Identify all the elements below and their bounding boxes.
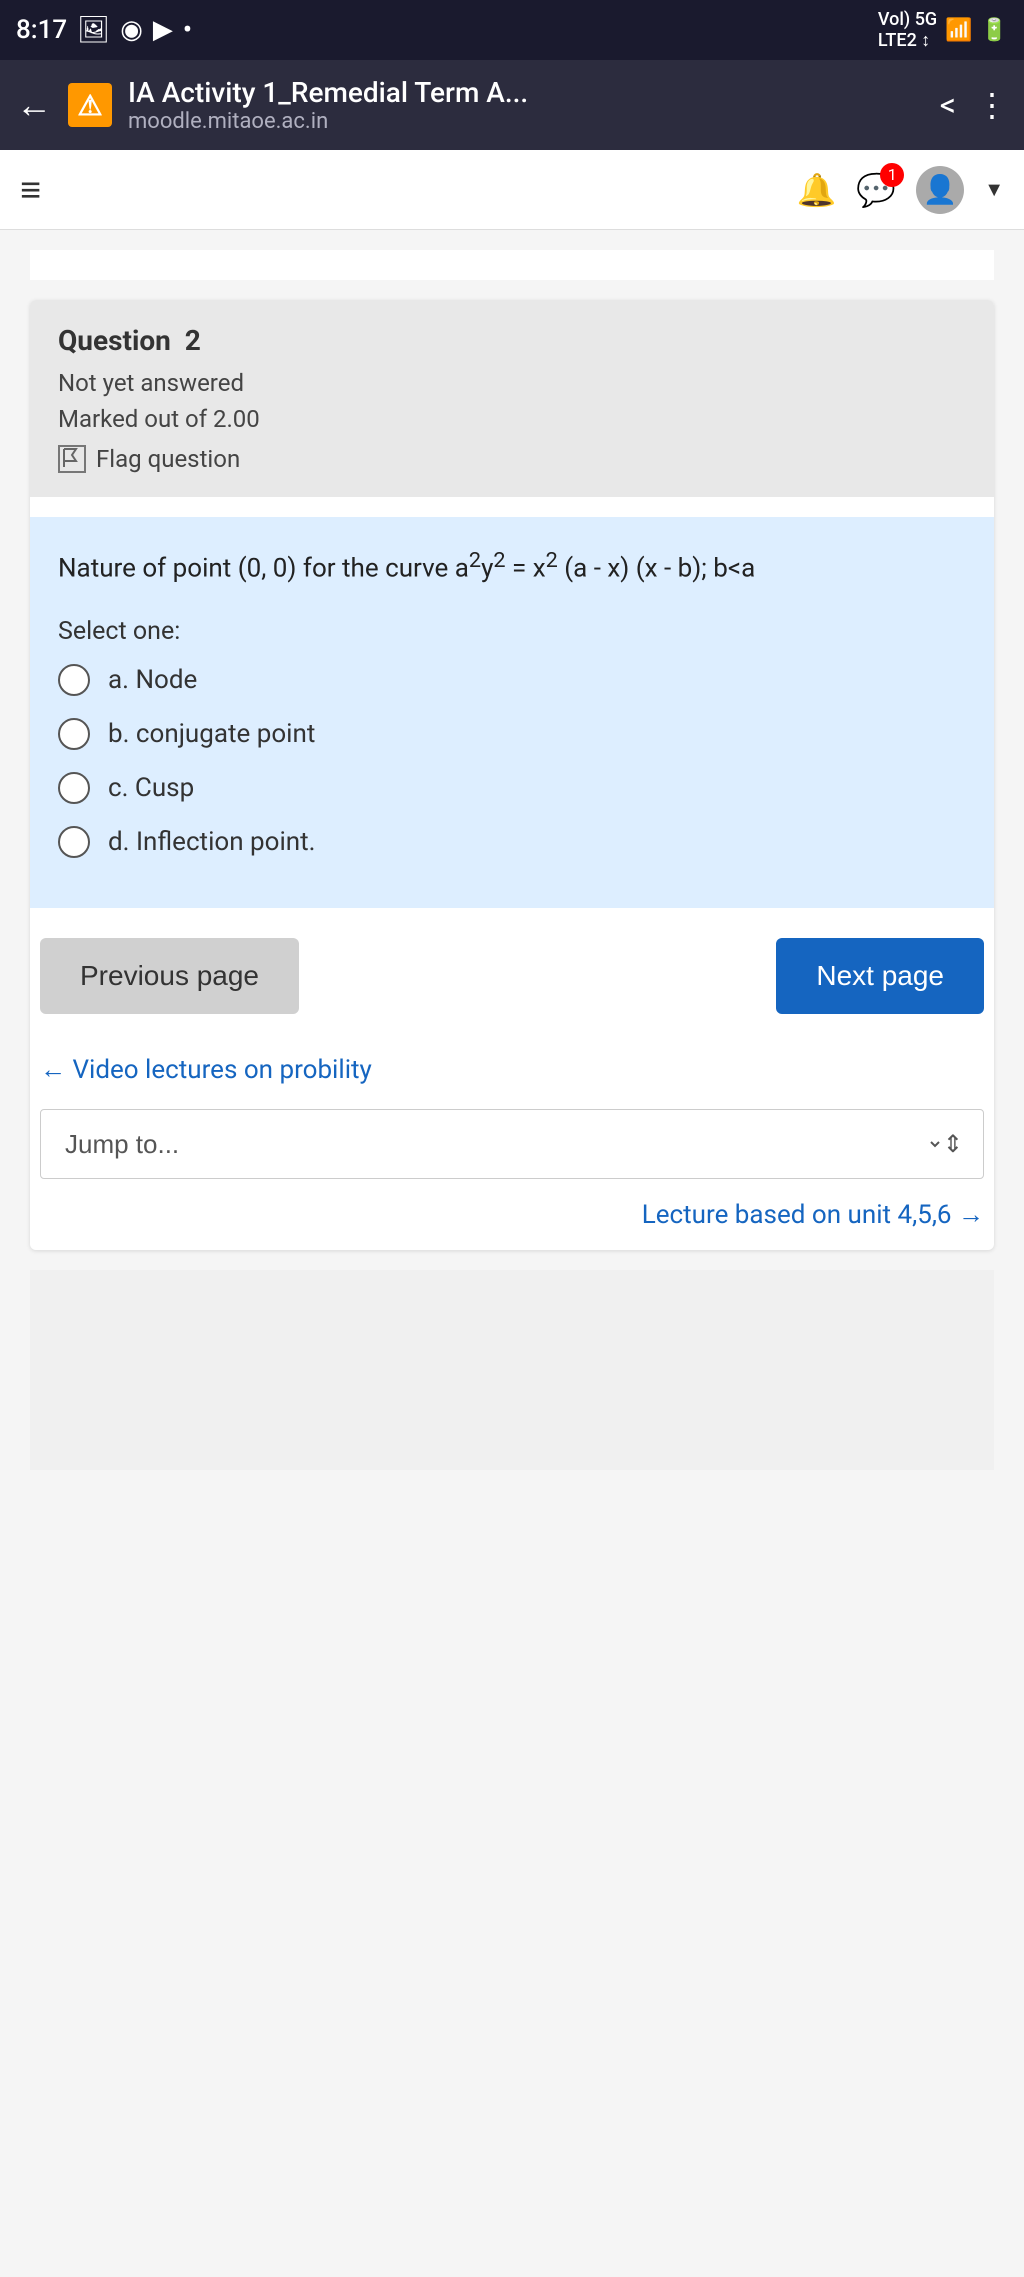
play-icon: ▶ [153,15,173,45]
avatar[interactable]: 👤 [916,166,964,214]
bell-icon[interactable]: 🔔 [797,171,837,209]
option-d-text: d. Inflection point. [108,827,316,857]
nav-bar: ≡ 🔔 💬 1 👤 ▼ [0,150,1024,230]
option-a-text: a. Node [108,665,197,695]
message-icon[interactable]: 💬 1 [856,171,896,209]
flag-icon [58,445,86,473]
top-separator [30,250,994,280]
app-title-container: IA Activity 1_Remedial Term A... moodle.… [128,76,924,134]
question-card: Question 2 Not yet answered Marked out o… [30,300,994,1250]
prev-course-link[interactable]: ← Video lectures on probility [40,1054,984,1085]
nav-actions: 🔔 💬 1 👤 ▼ [797,166,1004,214]
whatsapp-icon: ◉ [120,15,143,45]
more-options-icon[interactable]: ⋮ [976,86,1008,124]
option-b-text: b. conjugate point [108,719,315,749]
flag-label: Flag question [96,445,240,473]
footer-links: ← Video lectures on probility Jump to...… [30,1044,994,1250]
jump-to-arrow-icon: ⇕ [943,1130,963,1158]
app-title: IA Activity 1_Remedial Term A... [128,76,548,109]
radio-a[interactable] [58,664,90,696]
question-marks: Marked out of 2.00 [58,405,966,433]
bottom-section [30,1270,994,1470]
status-bar: 8:17 🖼 ◉ ▶ • Vol) 5GLTE2 ↕ 📶 🔋 [0,0,1024,60]
question-number: Question 2 [58,324,966,357]
warning-icon: ⚠ [68,83,112,127]
status-right: Vol) 5GLTE2 ↕ 📶 🔋 [878,9,1008,51]
avatar-icon: 👤 [923,173,958,206]
app-subtitle: moodle.mitaoe.ac.in [128,109,924,134]
question-text: Nature of point (0, 0) for the curve a2y… [58,545,966,589]
question-info-box: Question 2 Not yet answered Marked out o… [30,300,994,497]
share-icon[interactable]: < [940,86,956,124]
time-display: 8:17 [16,15,67,45]
select-one-label: Select one: [58,617,966,646]
jump-to-select[interactable]: Jump to... [61,1128,943,1160]
vol-5g-icon: Vol) 5GLTE2 ↕ [878,9,937,51]
app-bar: ← ⚠ IA Activity 1_Remedial Term A... moo… [0,60,1024,150]
photo-icon: 🖼 [77,15,110,45]
question-label: Question [58,324,171,357]
battery-icon: 🔋 [981,18,1008,43]
previous-page-button[interactable]: Previous page [40,938,299,1014]
next-course-link[interactable]: Lecture based on unit 4,5,6 → [40,1199,984,1230]
options-list: a. Node b. conjugate point c. Cusp d. In… [58,664,966,858]
app-bar-actions: < ⋮ [940,86,1008,124]
profile-dropdown-arrow[interactable]: ▼ [984,177,1004,202]
question-status: Not yet answered [58,369,966,397]
radio-c[interactable] [58,772,90,804]
option-d[interactable]: d. Inflection point. [58,826,966,858]
main-content: Question 2 Not yet answered Marked out o… [0,230,1024,2277]
next-page-button[interactable]: Next page [776,938,984,1014]
question-content-box: Nature of point (0, 0) for the curve a2y… [30,517,994,908]
message-badge: 1 [880,163,904,187]
signal-icon: 📶 [945,18,972,43]
option-c-text: c. Cusp [108,773,194,803]
option-b[interactable]: b. conjugate point [58,718,966,750]
radio-b[interactable] [58,718,90,750]
status-left: 8:17 🖼 ◉ ▶ • [16,15,192,45]
menu-icon[interactable]: ≡ [20,169,41,211]
radio-d[interactable] [58,826,90,858]
back-button[interactable]: ← [16,84,52,126]
option-a[interactable]: a. Node [58,664,966,696]
page-nav-buttons: Previous page Next page [30,908,994,1044]
jump-to-container: Jump to... ⇕ [40,1109,984,1179]
question-number-value: 2 [185,324,201,357]
flag-question-button[interactable]: Flag question [58,445,966,473]
option-c[interactable]: c. Cusp [58,772,966,804]
dot-indicator: • [183,15,192,45]
